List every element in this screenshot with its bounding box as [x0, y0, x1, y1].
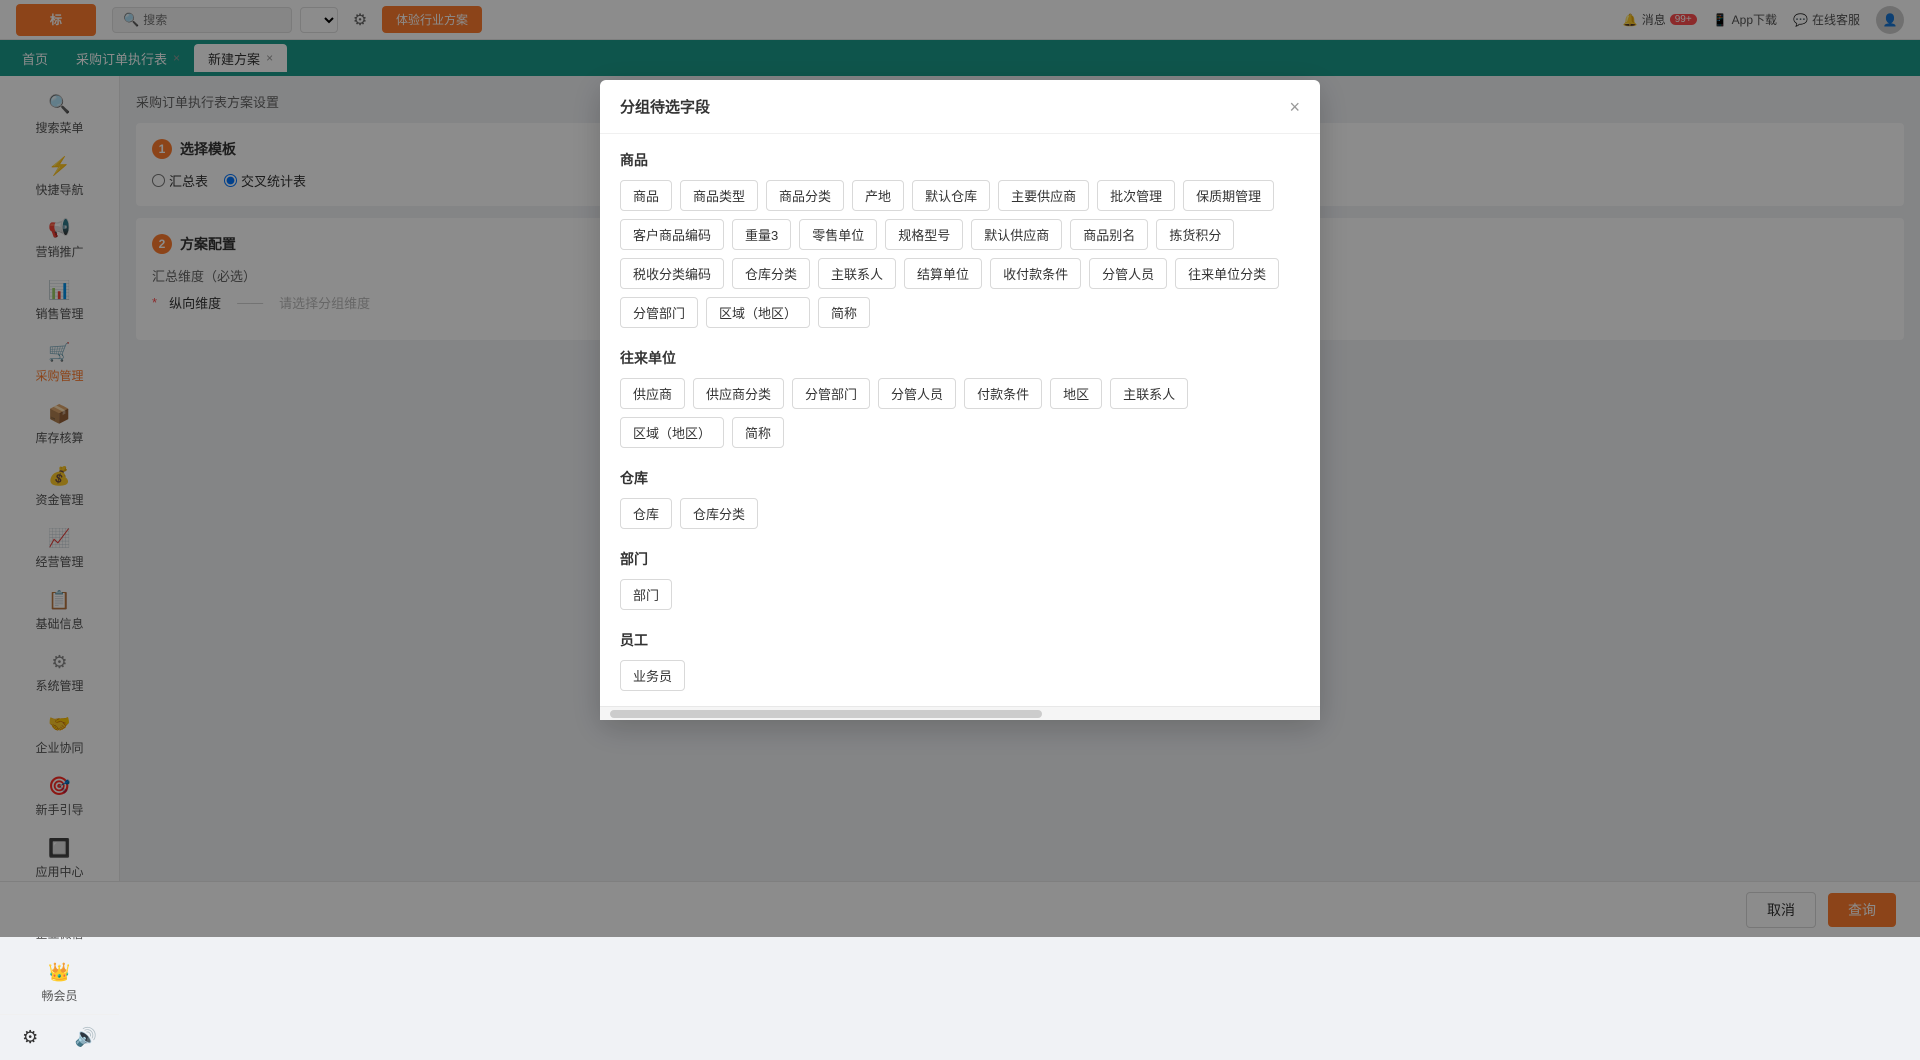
field-tag[interactable]: 分管人员	[1089, 258, 1167, 289]
field-tag[interactable]: 商品别名	[1070, 219, 1148, 250]
field-tag[interactable]: 商品分类	[766, 180, 844, 211]
field-tag[interactable]: 批次管理	[1097, 180, 1175, 211]
group-title-warehouse: 仓库	[620, 468, 1300, 488]
field-tag[interactable]: 供应商	[620, 378, 685, 409]
field-tag[interactable]: 保质期管理	[1183, 180, 1274, 211]
field-tag[interactable]: 默认仓库	[912, 180, 990, 211]
field-group-staff: 员工 业务员	[620, 630, 1300, 691]
field-tag[interactable]: 分管部门	[792, 378, 870, 409]
field-tag[interactable]: 简称	[818, 297, 870, 328]
scrollbar-thumb	[610, 710, 1042, 718]
field-tags-warehouse: 仓库 仓库分类	[620, 498, 1300, 529]
field-tag[interactable]: 规格型号	[885, 219, 963, 250]
audio-icon[interactable]: 🔊	[74, 1027, 96, 1048]
field-tag[interactable]: 简称	[732, 417, 784, 448]
field-tags-staff: 业务员	[620, 660, 1300, 691]
field-tag[interactable]: 主联系人	[1110, 378, 1188, 409]
member-icon: 👑	[48, 962, 70, 983]
field-tag[interactable]: 主联系人	[818, 258, 896, 289]
modal-title: 分组待选字段	[620, 96, 710, 117]
sidebar-item-member[interactable]: 👑 畅会员	[0, 952, 119, 1014]
field-tag[interactable]: 拣货积分	[1156, 219, 1234, 250]
field-tag[interactable]: 区域（地区）	[706, 297, 810, 328]
field-tag[interactable]: 地区	[1050, 378, 1102, 409]
field-tags-goods: 商品 商品类型 商品分类 产地 默认仓库 主要供应商 批次管理 保质期管理 客户…	[620, 180, 1300, 328]
field-tag[interactable]: 商品	[620, 180, 672, 211]
field-tag[interactable]: 仓库分类	[680, 498, 758, 529]
group-title-counterpart: 往来单位	[620, 348, 1300, 368]
field-tag[interactable]: 默认供应商	[971, 219, 1062, 250]
field-group-warehouse: 仓库 仓库 仓库分类	[620, 468, 1300, 529]
field-tag[interactable]: 分管人员	[878, 378, 956, 409]
modal-close-btn[interactable]: ×	[1289, 98, 1300, 116]
modal-header: 分组待选字段 ×	[600, 80, 1320, 134]
field-tag[interactable]: 付款条件	[964, 378, 1042, 409]
field-tags-counterpart: 供应商 供应商分类 分管部门 分管人员 付款条件 地区 主联系人 区域（地区） …	[620, 378, 1300, 448]
field-tag[interactable]: 供应商分类	[693, 378, 784, 409]
group-title-department: 部门	[620, 549, 1300, 569]
sidebar-label-member: 畅会员	[41, 987, 77, 1004]
settings-icon[interactable]: ⚙	[22, 1027, 38, 1048]
field-tag[interactable]: 重量3	[732, 219, 791, 250]
field-tags-department: 部门	[620, 579, 1300, 610]
field-tag[interactable]: 客户商品编码	[620, 219, 724, 250]
field-tag[interactable]: 业务员	[620, 660, 685, 691]
field-tag[interactable]: 税收分类编码	[620, 258, 724, 289]
field-tag[interactable]: 产地	[852, 180, 904, 211]
field-group-counterpart: 往来单位 供应商 供应商分类 分管部门 分管人员 付款条件 地区 主联系人 区域…	[620, 348, 1300, 448]
field-tag[interactable]: 商品类型	[680, 180, 758, 211]
field-tag[interactable]: 结算单位	[904, 258, 982, 289]
modal-horizontal-scrollbar[interactable]	[600, 706, 1320, 720]
field-tag[interactable]: 仓库	[620, 498, 672, 529]
field-tag[interactable]: 主要供应商	[998, 180, 1089, 211]
field-tag[interactable]: 部门	[620, 579, 672, 610]
field-tag[interactable]: 区域（地区）	[620, 417, 724, 448]
group-title-goods: 商品	[620, 150, 1300, 170]
field-tag[interactable]: 分管部门	[620, 297, 698, 328]
group-title-staff: 员工	[620, 630, 1300, 650]
field-tag[interactable]: 零售单位	[799, 219, 877, 250]
field-tag[interactable]: 往来单位分类	[1175, 258, 1279, 289]
field-tag[interactable]: 收付款条件	[990, 258, 1081, 289]
field-group-goods: 商品 商品 商品类型 商品分类 产地 默认仓库 主要供应商 批次管理 保质期管理…	[620, 150, 1300, 328]
field-select-modal: 分组待选字段 × 商品 商品 商品类型 商品分类 产地 默认仓库 主要供应商 批…	[600, 80, 1320, 720]
modal-overlay: 分组待选字段 × 商品 商品 商品类型 商品分类 产地 默认仓库 主要供应商 批…	[0, 0, 1920, 937]
field-group-department: 部门 部门	[620, 549, 1300, 610]
sidebar-bottom: ⚙ 🔊	[0, 1014, 119, 1060]
modal-body: 商品 商品 商品类型 商品分类 产地 默认仓库 主要供应商 批次管理 保质期管理…	[600, 134, 1320, 706]
field-tag[interactable]: 仓库分类	[732, 258, 810, 289]
